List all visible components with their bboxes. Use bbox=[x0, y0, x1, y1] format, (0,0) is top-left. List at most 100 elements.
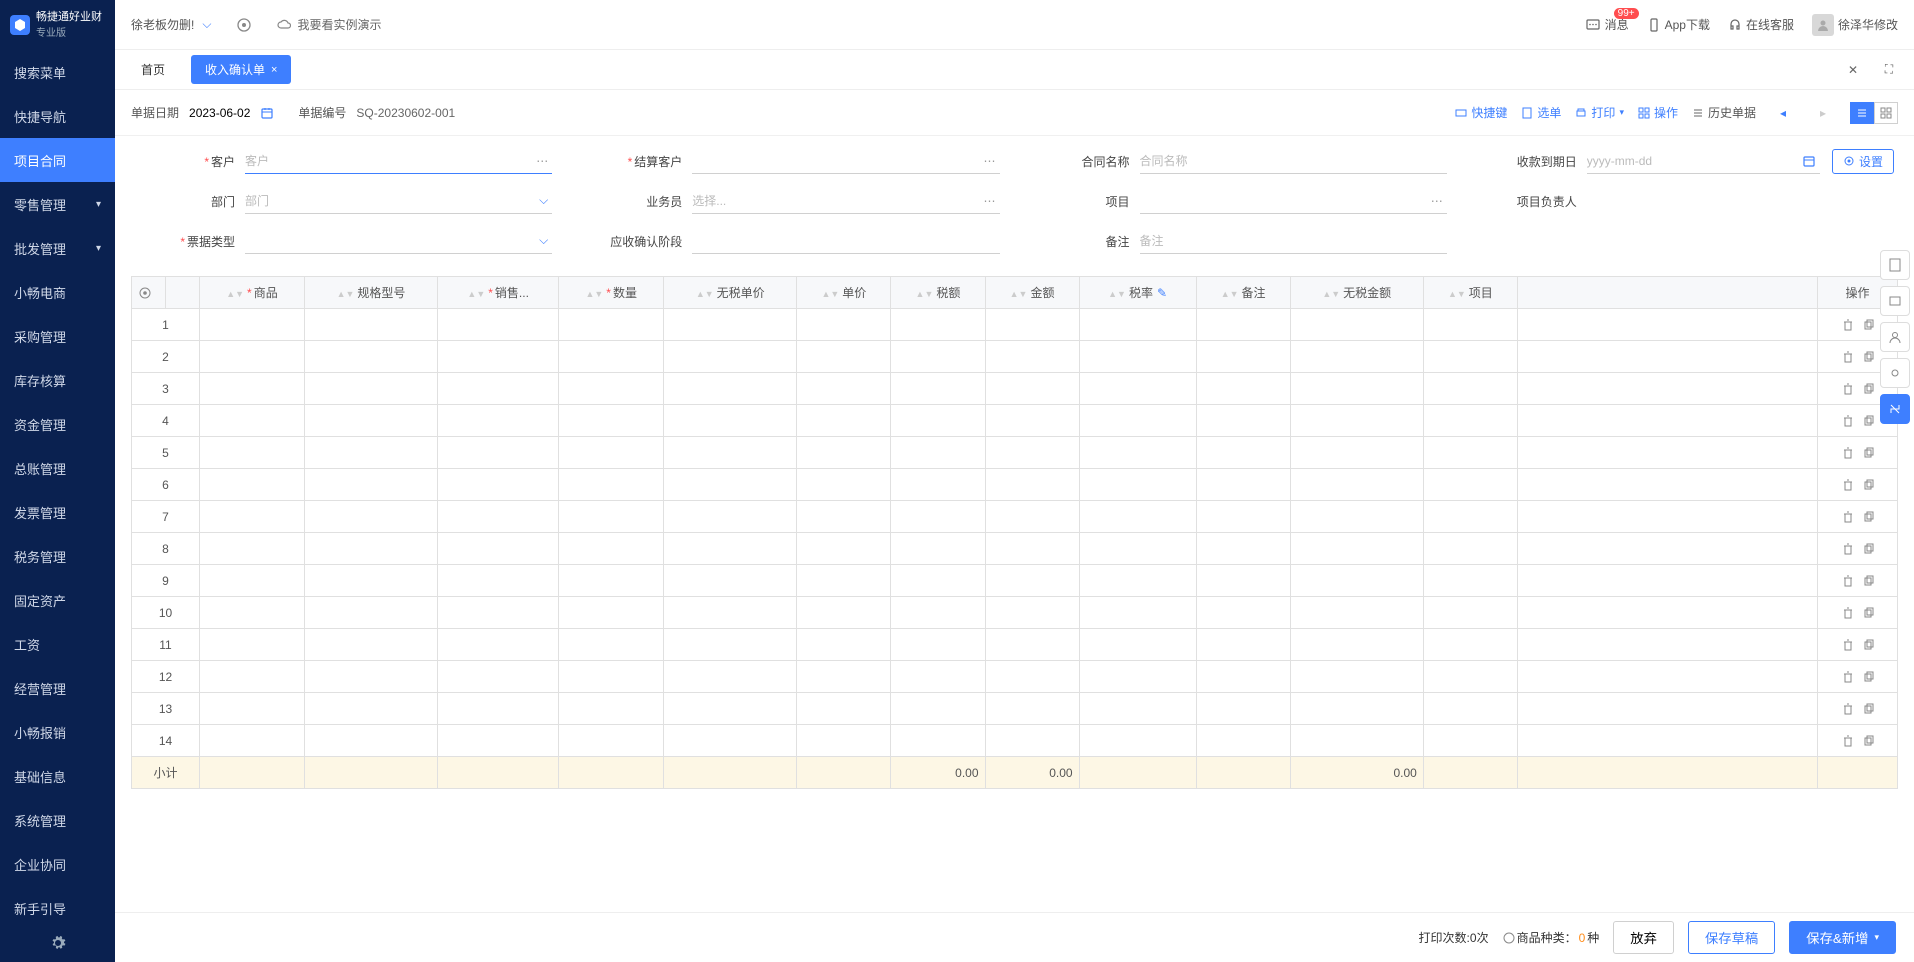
save-draft-button[interactable]: 保存草稿 bbox=[1688, 921, 1775, 954]
th-spec[interactable]: ▲▼规格型号 bbox=[304, 277, 437, 309]
shortcut-link[interactable]: 快捷键 bbox=[1455, 104, 1507, 121]
lookup-icon[interactable]: ⋯ bbox=[1427, 194, 1447, 208]
table-row[interactable]: 12 bbox=[132, 661, 1898, 693]
th-tax-amt[interactable]: ▲▼税额 bbox=[891, 277, 985, 309]
rail-item-4[interactable] bbox=[1880, 358, 1910, 388]
view-list[interactable] bbox=[1850, 102, 1874, 124]
nav-item-0[interactable]: 搜索菜单 bbox=[0, 50, 115, 94]
calendar-icon[interactable] bbox=[260, 106, 274, 120]
rail-item-3[interactable] bbox=[1880, 322, 1910, 352]
project-owner-input[interactable] bbox=[1587, 194, 1894, 208]
nav-item-7[interactable]: 库存核算 bbox=[0, 358, 115, 402]
copy-icon[interactable] bbox=[1862, 671, 1874, 683]
table-row[interactable]: 4 bbox=[132, 405, 1898, 437]
nav-item-19[interactable]: 新手引导 bbox=[0, 886, 115, 924]
tab-income-confirm[interactable]: 收入确认单 × bbox=[191, 55, 291, 84]
table-row[interactable]: 2 bbox=[132, 341, 1898, 373]
settle-customer-input[interactable] bbox=[692, 154, 979, 168]
app-download[interactable]: App下载 bbox=[1647, 16, 1710, 33]
table-row[interactable]: 1 bbox=[132, 309, 1898, 341]
delete-icon[interactable] bbox=[1842, 447, 1854, 459]
th-gear[interactable] bbox=[132, 277, 166, 309]
copy-icon[interactable] bbox=[1862, 415, 1874, 427]
prev-doc[interactable]: ◂ bbox=[1770, 100, 1796, 126]
delete-icon[interactable] bbox=[1842, 575, 1854, 587]
table-row[interactable]: 3 bbox=[132, 373, 1898, 405]
table-row[interactable]: 13 bbox=[132, 693, 1898, 725]
save-new-button[interactable]: 保存&新增▾ bbox=[1789, 921, 1896, 954]
delete-icon[interactable] bbox=[1842, 639, 1854, 651]
nav-item-15[interactable]: 小畅报销 bbox=[0, 710, 115, 754]
tab-home[interactable]: 首页 bbox=[127, 55, 179, 84]
remark-input[interactable] bbox=[1140, 234, 1447, 248]
dept-input[interactable] bbox=[245, 194, 535, 208]
view-card[interactable] bbox=[1874, 102, 1898, 124]
delete-icon[interactable] bbox=[1842, 703, 1854, 715]
delete-icon[interactable] bbox=[1842, 415, 1854, 427]
nav-item-4[interactable]: 批发管理▾ bbox=[0, 226, 115, 270]
copy-icon[interactable] bbox=[1862, 447, 1874, 459]
lookup-icon[interactable]: ⋯ bbox=[980, 194, 1000, 208]
table-row[interactable]: 6 bbox=[132, 469, 1898, 501]
copy-icon[interactable] bbox=[1862, 543, 1874, 555]
delete-icon[interactable] bbox=[1842, 383, 1854, 395]
delete-icon[interactable] bbox=[1842, 351, 1854, 363]
nav-item-3[interactable]: 零售管理▾ bbox=[0, 182, 115, 226]
copy-icon[interactable] bbox=[1862, 511, 1874, 523]
select-doc-link[interactable]: 选单 bbox=[1521, 104, 1561, 121]
th-project[interactable]: ▲▼项目 bbox=[1423, 277, 1517, 309]
th-product[interactable]: ▲▼*商品 bbox=[200, 277, 305, 309]
copy-icon[interactable] bbox=[1862, 351, 1874, 363]
th-price-notax[interactable]: ▲▼无税单价 bbox=[664, 277, 797, 309]
copy-icon[interactable] bbox=[1862, 479, 1874, 491]
salesman-input[interactable] bbox=[692, 194, 979, 208]
print-link[interactable]: 打印▾ bbox=[1575, 104, 1624, 121]
message-button[interactable]: 消息 99+ bbox=[1585, 16, 1629, 33]
th-amount-notax[interactable]: ▲▼无税金额 bbox=[1290, 277, 1423, 309]
rail-item-1[interactable] bbox=[1880, 250, 1910, 280]
copy-icon[interactable] bbox=[1862, 703, 1874, 715]
nav-item-14[interactable]: 经营管理 bbox=[0, 666, 115, 710]
delete-icon[interactable] bbox=[1842, 479, 1854, 491]
customer-service[interactable]: 在线客服 bbox=[1728, 16, 1794, 33]
table-row[interactable]: 7 bbox=[132, 501, 1898, 533]
delete-icon[interactable] bbox=[1842, 319, 1854, 331]
user-menu[interactable]: 徐泽华修改 bbox=[1812, 14, 1898, 36]
discard-button[interactable]: 放弃 bbox=[1613, 921, 1674, 954]
nav-item-9[interactable]: 总账管理 bbox=[0, 446, 115, 490]
delete-icon[interactable] bbox=[1842, 671, 1854, 683]
th-remark[interactable]: ▲▼备注 bbox=[1196, 277, 1290, 309]
delete-icon[interactable] bbox=[1842, 607, 1854, 619]
edit-icon[interactable]: ✎ bbox=[1157, 286, 1167, 300]
nav-item-13[interactable]: 工资 bbox=[0, 622, 115, 666]
copy-icon[interactable] bbox=[1862, 639, 1874, 651]
contract-name-input[interactable] bbox=[1140, 154, 1447, 168]
chevron-down-icon[interactable]: ⌵ bbox=[535, 193, 552, 208]
nav-item-6[interactable]: 采购管理 bbox=[0, 314, 115, 358]
lookup-icon[interactable]: ⋯ bbox=[980, 154, 1000, 168]
table-row[interactable]: 8 bbox=[132, 533, 1898, 565]
copy-icon[interactable] bbox=[1862, 575, 1874, 587]
confirm-stage-input[interactable] bbox=[692, 234, 999, 248]
customer-input[interactable] bbox=[245, 154, 532, 168]
account-selector[interactable]: 徐老板勿删! ⌵ bbox=[131, 16, 211, 33]
due-date-input[interactable] bbox=[1587, 154, 1798, 168]
rail-item-5[interactable] bbox=[1880, 394, 1910, 424]
th-tax-rate[interactable]: ▲▼税率✎ bbox=[1079, 277, 1196, 309]
account-settings-icon[interactable] bbox=[231, 12, 257, 38]
copy-icon[interactable] bbox=[1862, 607, 1874, 619]
nav-item-5[interactable]: 小畅电商 bbox=[0, 270, 115, 314]
th-sale[interactable]: ▲▼*销售... bbox=[438, 277, 559, 309]
table-row[interactable]: 5 bbox=[132, 437, 1898, 469]
lookup-icon[interactable]: ⋯ bbox=[532, 154, 552, 168]
copy-icon[interactable] bbox=[1862, 319, 1874, 331]
nav-item-17[interactable]: 系统管理 bbox=[0, 798, 115, 842]
chevron-down-icon[interactable]: ⌵ bbox=[535, 233, 552, 248]
nav-item-10[interactable]: 发票管理 bbox=[0, 490, 115, 534]
delete-icon[interactable] bbox=[1842, 511, 1854, 523]
table-row[interactable]: 9 bbox=[132, 565, 1898, 597]
table-row[interactable]: 10 bbox=[132, 597, 1898, 629]
ops-link[interactable]: 操作 bbox=[1638, 104, 1678, 121]
delete-icon[interactable] bbox=[1842, 735, 1854, 747]
sidebar-settings[interactable] bbox=[0, 924, 115, 962]
